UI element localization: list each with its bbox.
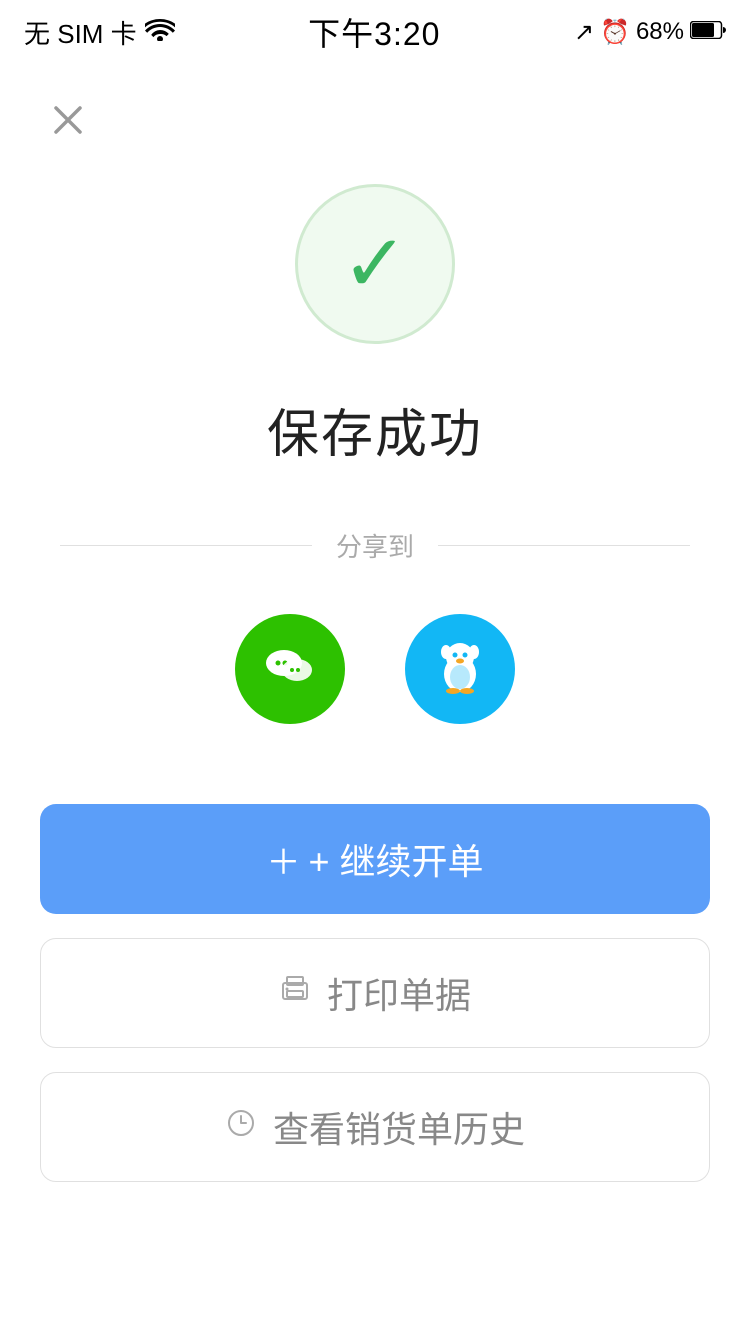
battery-icon [690, 18, 726, 46]
qq-share-button[interactable] [405, 614, 515, 724]
action-buttons: ＋ + 继续开单 打印单据 查看销货单历 [0, 804, 750, 1182]
printer-icon [279, 973, 311, 1013]
share-icons [235, 614, 515, 724]
status-bar: 无 SIM 卡 下午3:20 ↗ ⏰ 68% [0, 0, 750, 64]
continue-button[interactable]: ＋ + 继续开单 [40, 804, 710, 914]
main-content: ✓ 保存成功 分享到 [0, 64, 750, 1334]
success-area: ✓ 保存成功 [267, 184, 483, 467]
sim-label: 无 SIM 卡 [24, 14, 137, 51]
share-section: 分享到 [0, 527, 750, 724]
wechat-share-button[interactable] [235, 614, 345, 724]
close-icon [50, 102, 86, 138]
success-title: 保存成功 [267, 392, 483, 467]
divider-right [438, 545, 690, 546]
history-button[interactable]: 查看销货单历史 [40, 1072, 710, 1182]
share-label: 分享到 [336, 527, 414, 564]
status-time: 下午3:20 [308, 9, 440, 55]
status-left: 无 SIM 卡 [24, 14, 175, 51]
success-circle: ✓ [295, 184, 455, 344]
plus-icon: ＋ [266, 835, 300, 884]
history-label: 查看销货单历史 [273, 1101, 525, 1153]
close-button[interactable] [44, 96, 92, 144]
print-button[interactable]: 打印单据 [40, 938, 710, 1048]
qq-icon [430, 639, 490, 699]
checkmark-icon: ✓ [341, 224, 408, 304]
wechat-icon [258, 637, 322, 701]
status-right: ↗ ⏰ 68% [574, 18, 726, 47]
divider-left [60, 545, 312, 546]
continue-label: + 继续开单 [300, 833, 483, 885]
history-icon [225, 1107, 257, 1147]
alarm-icon: ⏰ [600, 18, 630, 47]
battery-percent: 68% [636, 18, 684, 46]
location-icon: ↗ [574, 18, 594, 47]
share-divider: 分享到 [0, 527, 750, 564]
print-label: 打印单据 [327, 967, 471, 1019]
wifi-icon [145, 17, 175, 48]
